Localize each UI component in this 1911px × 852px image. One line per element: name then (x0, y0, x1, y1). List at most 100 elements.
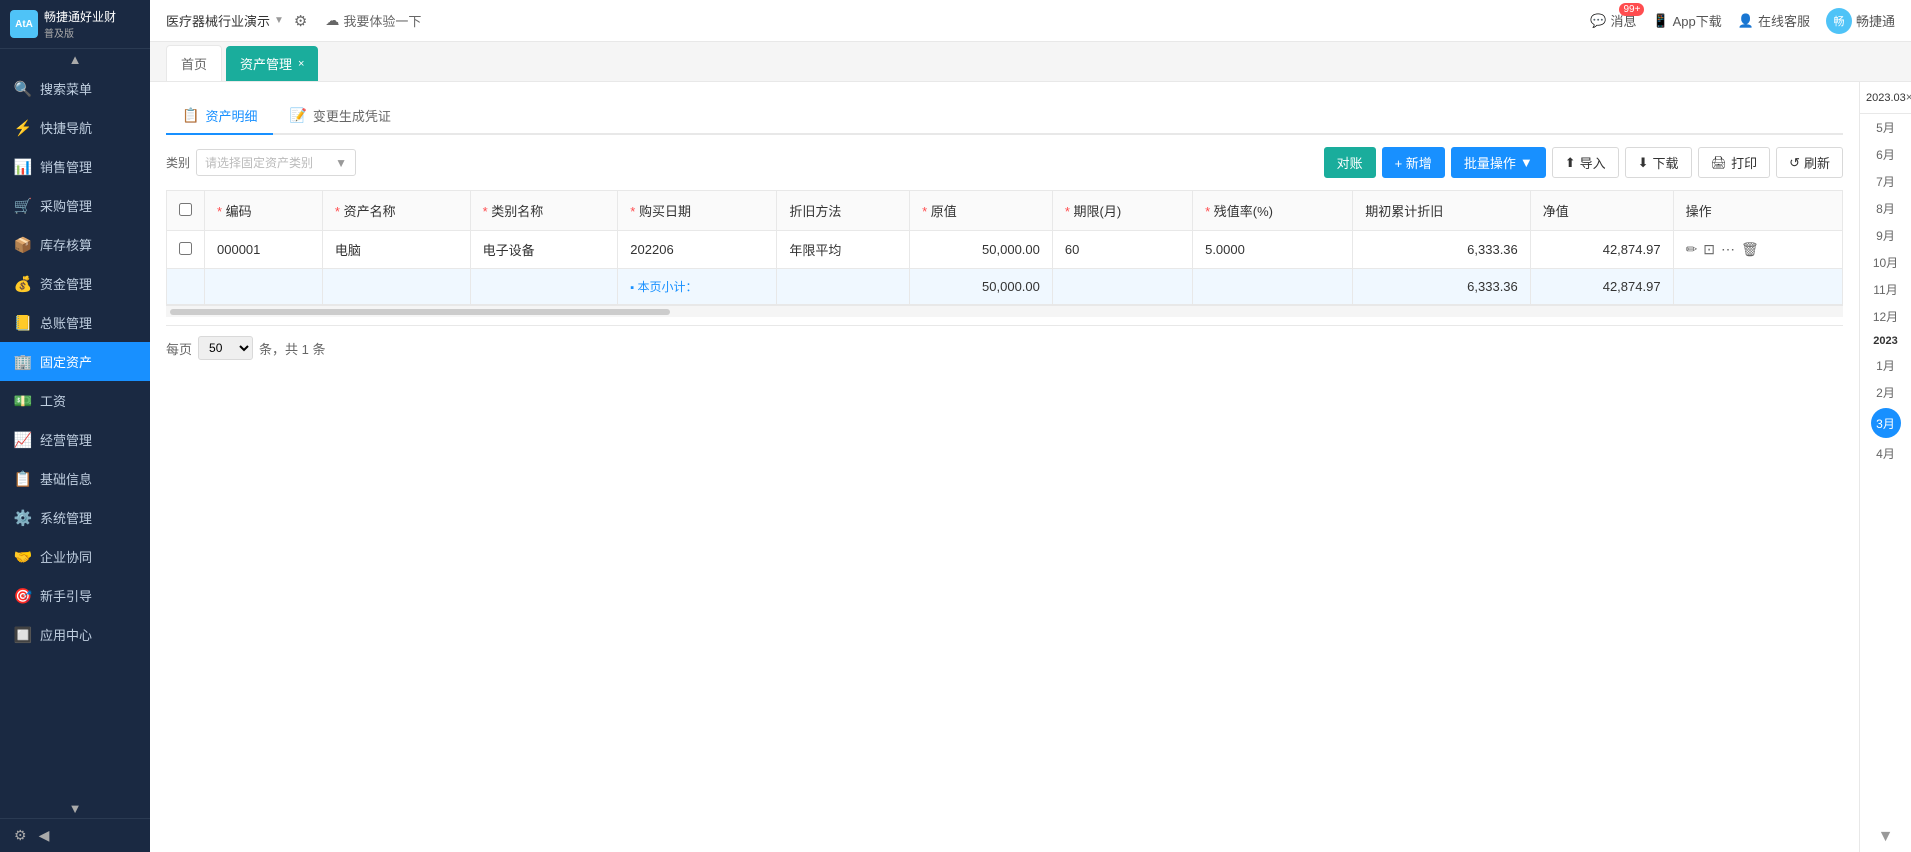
messages-button[interactable]: 💬 消息 99+ (1590, 11, 1636, 30)
topbar-gear-icon[interactable]: ⚙ (294, 12, 307, 30)
sidebar-item-capital[interactable]: 💰 资金管理 (0, 264, 150, 303)
filter-arrow-icon: ▼ (335, 156, 347, 170)
month-11[interactable]: 11月 (1860, 276, 1911, 303)
tab-close-icon[interactable]: × (298, 58, 304, 70)
subtotal-empty-2 (205, 269, 323, 305)
settings-icon[interactable]: ⚙ (14, 827, 27, 844)
reconcile-button[interactable]: 对账 (1324, 147, 1376, 178)
month-1[interactable]: 1月 (1860, 352, 1911, 379)
sidebar-item-operations[interactable]: 📈 经营管理 (0, 420, 150, 459)
sub-tab-change-voucher[interactable]: 📝 变更生成凭证 (273, 98, 406, 133)
sidebar-item-app-center[interactable]: 🔲 应用中心 (0, 615, 150, 654)
edit-icon[interactable]: ✏ (1686, 241, 1698, 258)
month-4[interactable]: 4月 (1860, 440, 1911, 467)
right-panel-header: 2023.03 × ⛶ (1860, 82, 1911, 114)
new-button[interactable]: + 新增 (1382, 147, 1445, 178)
table-row: 000001 电脑 电子设备 202206 年限平均 50,000.00 60 … (167, 231, 1843, 269)
toolbar-right: 对账 + 新增 批量操作 ▼ ⬆ 导入 ⬇ 下载 (1324, 147, 1843, 178)
subtotal-row: ▪ 本页小计： 50,000.00 6,333.36 42,874.97 (167, 269, 1843, 305)
select-all-checkbox[interactable] (179, 203, 192, 216)
basic-info-icon: 📋 (14, 470, 32, 488)
more-icon[interactable]: ⋯ (1721, 241, 1735, 258)
right-panel-bottom-icon[interactable]: ▼ (1878, 828, 1894, 845)
experience-button[interactable]: ☁ 我要体验一下 (325, 11, 421, 30)
sub-tab-asset-detail[interactable]: 📋 资产明细 (166, 98, 273, 135)
month-2[interactable]: 2月 (1860, 379, 1911, 406)
sidebar-item-search[interactable]: 🔍 搜索菜单 (0, 69, 150, 108)
user-menu[interactable]: 畅 畅捷通 (1826, 8, 1895, 34)
purchase-icon: 🛒 (14, 197, 32, 215)
sidebar-item-inventory[interactable]: 📦 库存核算 (0, 225, 150, 264)
th-residual-rate: * 残值率(%) (1193, 191, 1353, 231)
tabs-bar: 首页 资产管理 × (150, 42, 1911, 82)
month-10[interactable]: 10月 (1860, 249, 1911, 276)
right-panel-bottom: ▼ (1860, 822, 1911, 852)
sidebar-item-sales[interactable]: 📊 销售管理 (0, 147, 150, 186)
subtotal-empty-7 (1193, 269, 1353, 305)
month-3-active[interactable]: 3月 (1871, 408, 1901, 438)
th-accumulated-depreciation: 期初累计折旧 (1353, 191, 1531, 231)
subtotal-label: ▪ 本页小计： (630, 280, 697, 294)
scrollbar-thumb[interactable] (170, 309, 670, 315)
sidebar-scroll-down[interactable]: ▼ (0, 798, 150, 818)
fixed-assets-icon: 🏢 (14, 353, 32, 371)
month-9[interactable]: 9月 (1860, 222, 1911, 249)
batch-ops-button[interactable]: 批量操作 ▼ (1451, 147, 1546, 178)
content-area: 📋 资产明细 📝 变更生成凭证 类别 请选择固定资产类别 ▼ (150, 82, 1859, 852)
sidebar-scroll-up[interactable]: ▲ (0, 49, 150, 69)
operations-icon: 📈 (14, 431, 32, 449)
category-filter[interactable]: 请选择固定资产类别 ▼ (196, 149, 356, 176)
tab-asset-management[interactable]: 资产管理 × (226, 46, 318, 81)
cell-residual-rate: 5.0000 (1193, 231, 1353, 269)
enterprise-icon: 🤝 (14, 548, 32, 566)
sidebar-item-enterprise[interactable]: 🤝 企业协同 (0, 537, 150, 576)
app-download-button[interactable]: 📱 App下载 (1652, 11, 1721, 30)
download-button[interactable]: ⬇ 下载 (1625, 147, 1692, 178)
company-name: 医疗器械行业演示 (166, 11, 270, 30)
month-6[interactable]: 6月 (1860, 141, 1911, 168)
sidebar-item-salary[interactable]: 💵 工资 (0, 381, 150, 420)
month-5[interactable]: 5月 (1860, 114, 1911, 141)
collapse-icon[interactable]: ◀ (39, 827, 50, 844)
month-12[interactable]: 12月 (1860, 303, 1911, 330)
cell-accumulated-depreciation: 6,333.36 (1353, 231, 1531, 269)
avatar: 畅 (1826, 8, 1852, 34)
horizontal-scrollbar[interactable] (166, 305, 1843, 317)
per-page-label: 每页 (166, 339, 192, 358)
sidebar-item-ledger[interactable]: 📒 总账管理 (0, 303, 150, 342)
right-panel-close-icon[interactable]: × (1906, 90, 1911, 105)
export-button[interactable]: ⬆ 导入 (1552, 147, 1619, 178)
tab-home[interactable]: 首页 (166, 45, 222, 81)
sidebar-item-purchase[interactable]: 🛒 采购管理 (0, 186, 150, 225)
per-page-select[interactable]: 50 100 200 (198, 336, 253, 360)
subtotal-empty-4 (470, 269, 618, 305)
sidebar-item-basic-info[interactable]: 📋 基础信息 (0, 459, 150, 498)
company-selector[interactable]: 医疗器械行业演示 ▼ (166, 11, 284, 30)
print-button[interactable]: 🖨 打印 (1698, 147, 1771, 178)
messages-icon: 💬 (1590, 13, 1606, 29)
ledger-icon: 📒 (14, 314, 32, 332)
online-service-button[interactable]: 👤 在线客服 (1738, 11, 1810, 30)
system-icon: ⚙️ (14, 509, 32, 527)
refresh-icon: ↺ (1789, 155, 1800, 171)
month-8[interactable]: 8月 (1860, 195, 1911, 222)
row-checkbox[interactable] (179, 242, 192, 255)
delete-icon[interactable]: 🗑 (1741, 241, 1759, 258)
copy-icon[interactable]: ⊡ (1703, 241, 1715, 258)
topbar-right: 💬 消息 99+ 📱 App下载 👤 在线客服 畅 畅捷通 (1590, 8, 1895, 34)
sidebar-item-guide[interactable]: 🎯 新手引导 (0, 576, 150, 615)
sidebar-item-fixed-assets[interactable]: 🏢 固定资产 (0, 342, 150, 381)
month-7[interactable]: 7月 (1860, 168, 1911, 195)
cell-code: 000001 (205, 231, 323, 269)
subtotal-empty-6 (1052, 269, 1192, 305)
sidebar: AtA 畅捷通好业财 普及版 ▲ 🔍 搜索菜单 ⚡ 快捷导航 📊 销售管理 🛒 … (0, 0, 150, 852)
logo-text: 畅捷通好业财 普及版 (44, 8, 116, 40)
capital-icon: 💰 (14, 275, 32, 293)
refresh-button[interactable]: ↺ 刷新 (1776, 147, 1843, 178)
row-checkbox-cell (167, 231, 205, 269)
total-label: 条，共 1 条 (259, 339, 325, 358)
sidebar-item-quick-nav[interactable]: ⚡ 快捷导航 (0, 108, 150, 147)
filter-label: 类别 (166, 154, 190, 171)
sidebar-item-system[interactable]: ⚙️ 系统管理 (0, 498, 150, 537)
subtotal-empty-8 (1673, 269, 1842, 305)
